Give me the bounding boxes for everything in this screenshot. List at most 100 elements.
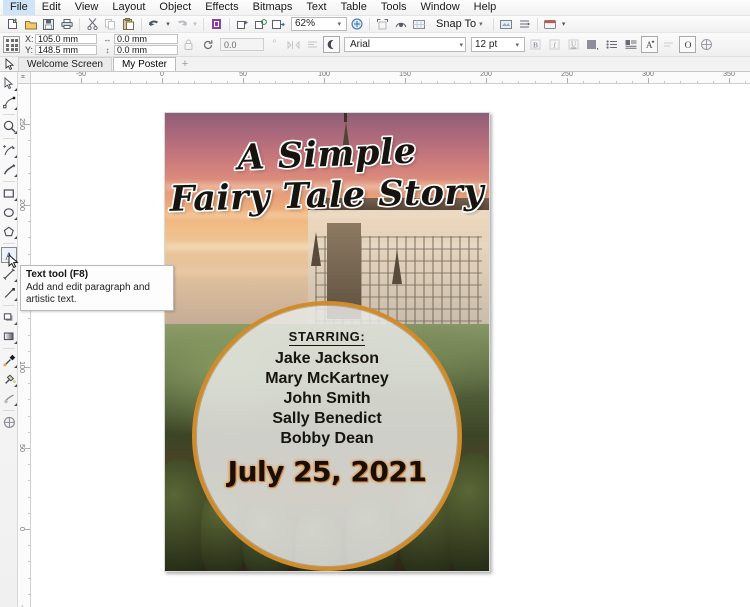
publish-pdf-icon[interactable] (270, 17, 287, 32)
tool-freehand-tool[interactable] (0, 141, 18, 160)
menu-item-effects[interactable]: Effects (198, 0, 245, 15)
chevron-down-icon[interactable]: ▾ (479, 20, 485, 28)
flyout-arrow-icon[interactable] (14, 298, 17, 301)
mirror-horizontal-icon[interactable] (285, 36, 302, 53)
tool-shape-tool[interactable] (0, 93, 18, 112)
cut-icon[interactable] (84, 17, 101, 32)
chevron-down-icon[interactable]: ▾ (337, 20, 343, 28)
chevron-down-icon[interactable]: ▾ (515, 41, 521, 49)
font-family-combobox[interactable]: Arial ▾ (344, 37, 466, 52)
tool-transparency-tool[interactable] (0, 327, 18, 346)
object-manager-icon[interactable] (516, 17, 533, 32)
bullet-list-icon[interactable] (603, 36, 620, 53)
show-hide-rulers-icon[interactable] (392, 17, 409, 32)
menu-item-layout[interactable]: Layout (105, 0, 152, 15)
flyout-arrow-icon[interactable] (14, 174, 17, 177)
edit-text-icon[interactable] (660, 36, 677, 53)
show-hide-grid-icon[interactable] (410, 17, 427, 32)
bold-icon[interactable]: B (527, 36, 544, 53)
poster-circle-panel[interactable]: STARRING: Jake Jackson Mary McKartney Jo… (192, 301, 462, 571)
save-icon[interactable] (40, 17, 57, 32)
tool-outline-pen-tool[interactable] (0, 413, 18, 432)
menu-item-text[interactable]: Text (299, 0, 333, 15)
zoom-level-combobox[interactable]: 62% ▾ (291, 17, 347, 31)
menu-item-window[interactable]: Window (414, 0, 467, 15)
text-align-icon[interactable] (584, 36, 601, 53)
poster-artwork[interactable]: A Simple Fairy Tale Story STARRING: Jake… (164, 112, 490, 572)
object-anchor-selector[interactable] (3, 36, 20, 53)
menu-item-edit[interactable]: Edit (35, 0, 68, 15)
menu-item-view[interactable]: View (68, 0, 106, 15)
flyout-arrow-icon[interactable] (14, 217, 17, 220)
snap-to-dropdown[interactable]: Snap To ▾ (432, 17, 489, 31)
position-y-input[interactable]: 148.5 mm (35, 45, 97, 55)
horizontal-ruler[interactable]: -50 0 50 100 150 200 250 300 350 (18, 72, 750, 84)
ruler-origin-corner[interactable]: ⌗ (18, 72, 31, 84)
application-launcher-icon[interactable] (542, 17, 559, 32)
position-x-input[interactable]: 105.0 mm (35, 34, 97, 44)
tool-ellipse-tool[interactable] (0, 203, 18, 222)
font-size-combobox[interactable]: 12 pt ▾ (471, 37, 525, 52)
redo-dropdown-caret-icon[interactable]: ▾ (191, 17, 199, 31)
flyout-arrow-icon[interactable] (14, 322, 17, 325)
menu-item-help[interactable]: Help (467, 0, 504, 15)
paste-icon[interactable] (120, 17, 137, 32)
flyout-arrow-icon[interactable] (14, 198, 17, 201)
export-for-web-icon[interactable] (252, 17, 269, 32)
drawing-canvas[interactable]: A Simple Fairy Tale Story STARRING: Jake… (31, 84, 750, 607)
flyout-arrow-icon[interactable] (14, 384, 17, 387)
tab-my-poster[interactable]: My Poster (112, 57, 176, 71)
export-icon[interactable] (234, 17, 251, 32)
object-width-input[interactable]: 0.0 mm (114, 34, 178, 44)
tool-pick-tool[interactable] (0, 74, 18, 93)
menu-item-object[interactable]: Object (152, 0, 198, 15)
import-icon[interactable] (208, 17, 225, 32)
text-outline-icon[interactable]: O (679, 36, 696, 53)
tool-artistic-media-tool[interactable] (0, 160, 18, 179)
tool-rectangle-tool[interactable] (0, 184, 18, 203)
menu-item-table[interactable]: Table (334, 0, 374, 15)
tool-straight-line-connector-tool[interactable] (0, 284, 18, 303)
copy-icon[interactable] (102, 17, 119, 32)
menu-item-tools[interactable]: Tools (374, 0, 414, 15)
redo-icon[interactable] (173, 17, 190, 32)
tool-color-eyedropper-tool[interactable] (0, 351, 18, 370)
menu-item-bitmaps[interactable]: Bitmaps (246, 0, 300, 15)
mirror-vertical-icon[interactable] (304, 36, 321, 53)
flyout-arrow-icon[interactable] (14, 88, 17, 91)
wrap-text-icon[interactable] (698, 36, 715, 53)
tool-smart-fill-tool[interactable] (0, 389, 18, 408)
character-formatting-icon[interactable]: A (641, 36, 658, 53)
flyout-arrow-icon[interactable] (14, 279, 17, 282)
new-document-icon[interactable] (4, 17, 21, 32)
italic-icon[interactable]: I (546, 36, 563, 53)
flyout-arrow-icon[interactable] (14, 341, 17, 344)
flyout-arrow-icon[interactable] (14, 365, 17, 368)
open-document-icon[interactable] (22, 17, 39, 32)
lock-ratio-icon[interactable] (180, 36, 197, 53)
underline-icon[interactable]: U (565, 36, 582, 53)
flyout-arrow-icon[interactable] (14, 107, 17, 110)
application-launcher-caret-icon[interactable]: ▾ (560, 17, 568, 31)
undo-dropdown-caret-icon[interactable]: ▾ (164, 17, 172, 31)
undo-icon[interactable] (146, 17, 163, 32)
tool-drop-shadow-tool[interactable] (0, 308, 18, 327)
menu-item-file[interactable]: File (3, 0, 35, 15)
tab-welcome-screen[interactable]: Welcome Screen (18, 57, 112, 71)
object-height-input[interactable]: 0.0 mm (114, 45, 178, 55)
add-tab-button[interactable]: + (177, 57, 193, 71)
document-properties-icon[interactable] (498, 17, 515, 32)
tool-interactive-fill-tool[interactable] (0, 370, 18, 389)
zoom-in-icon[interactable] (348, 17, 365, 32)
flyout-arrow-icon[interactable] (14, 155, 17, 158)
tool-polygon-tool[interactable] (0, 222, 18, 241)
rotation-angle-input[interactable]: 0.0 (220, 38, 264, 51)
flyout-arrow-icon[interactable] (14, 403, 17, 406)
drop-cap-icon[interactable] (622, 36, 639, 53)
vertical-ruler[interactable]: 250200150100500-50 (18, 84, 31, 607)
print-icon[interactable] (58, 17, 75, 32)
chevron-down-icon[interactable]: ▾ (459, 41, 465, 49)
full-screen-preview-icon[interactable] (374, 17, 391, 32)
tool-zoom-tool[interactable] (0, 117, 18, 136)
flyout-arrow-icon[interactable] (14, 131, 17, 134)
